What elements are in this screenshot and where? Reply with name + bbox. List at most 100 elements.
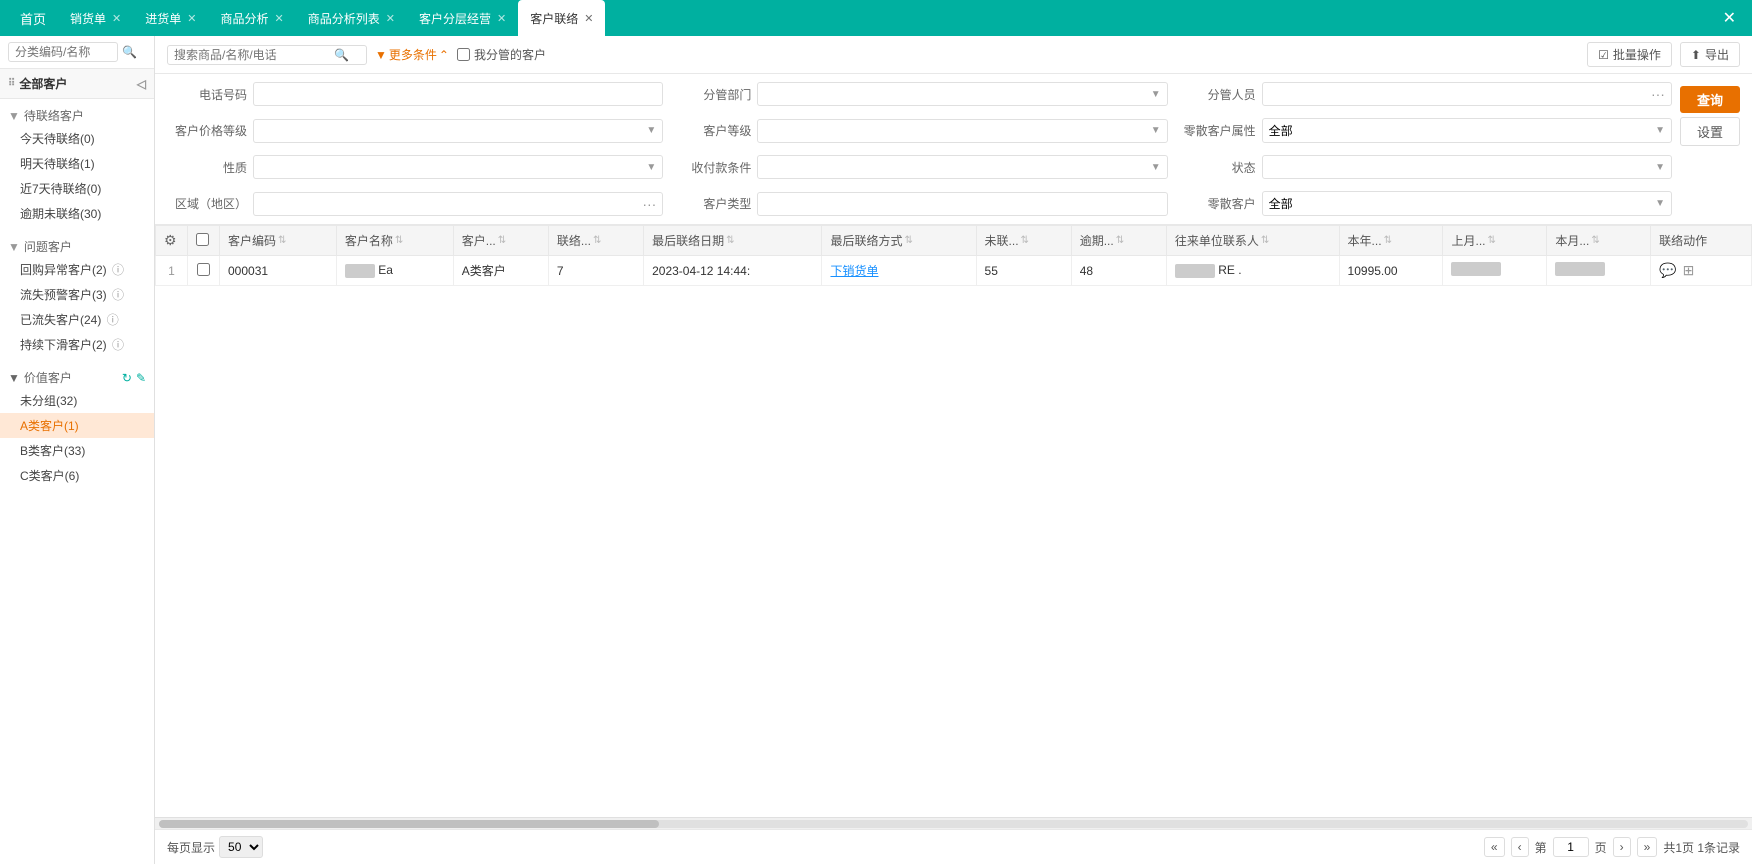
phone-input[interactable]: [253, 82, 663, 106]
sidebar-b-class[interactable]: B类客户(33): [0, 438, 154, 463]
this-month-blur: [1555, 262, 1605, 276]
close-window-button[interactable]: ✕: [1715, 8, 1744, 28]
sidebar-a-class[interactable]: A类客户(1): [0, 413, 154, 438]
export-button[interactable]: ⬆ 导出: [1680, 42, 1740, 67]
first-page-button[interactable]: «: [1484, 837, 1505, 857]
sidebar-search-icon[interactable]: 🔍: [122, 45, 137, 59]
query-button[interactable]: 查询: [1680, 86, 1740, 113]
nav-analysis-list[interactable]: 商品分析列表 ✕: [296, 0, 407, 36]
nav-customer-contact[interactable]: 客户联络 ✕: [518, 0, 605, 36]
nav-home[interactable]: 首页: [8, 0, 58, 36]
th-type[interactable]: 客户... ⇅: [453, 226, 548, 256]
gear-icon[interactable]: ⚙: [164, 232, 177, 248]
sidebar-value-header[interactable]: ▼ 价值客户 ↻ ✎: [0, 365, 154, 388]
close-analysis-list-tab[interactable]: ✕: [386, 12, 395, 25]
status-select[interactable]: ▼: [1262, 155, 1672, 179]
retail-customer-label: 零散客户: [1176, 195, 1256, 212]
th-this-month[interactable]: 本月... ⇅: [1547, 226, 1651, 256]
retail-attr-select[interactable]: 全部 ▼: [1262, 118, 1672, 143]
sidebar-today-contact[interactable]: 今天待联络(0): [0, 126, 154, 151]
setting-button[interactable]: 设置: [1680, 117, 1740, 146]
retail-customer-select[interactable]: 全部 ▼: [1262, 191, 1672, 216]
sort-icon: ⇅: [1261, 235, 1269, 246]
filter-search-icon[interactable]: 🔍: [334, 48, 349, 62]
last-month-cell: [1443, 256, 1547, 286]
th-contact2[interactable]: 往来单位联系人 ⇅: [1166, 226, 1339, 256]
last-date-cell: 2023-04-12 14:44:: [644, 256, 822, 286]
sidebar-all-customers[interactable]: ⠿ 全部客户 ◁: [0, 69, 154, 99]
filter-search-input[interactable]: [174, 48, 334, 62]
nav-analysis[interactable]: 商品分析 ✕: [208, 0, 295, 36]
payment-select[interactable]: ▼: [757, 155, 1167, 179]
prev-page-button[interactable]: ‹: [1511, 837, 1529, 857]
sort-icon: ⇅: [904, 235, 912, 246]
sidebar-declining[interactable]: 持续下滑客户(2) ⓘ: [0, 332, 154, 357]
sidebar-repurchase-abnormal[interactable]: 回购异常客户(2) ⓘ: [0, 257, 154, 282]
retail-customer-field: 零散客户 全部 ▼: [1176, 191, 1672, 216]
data-table-wrapper: ⚙ 客户编码 ⇅ 客户名称: [155, 225, 1752, 817]
region-input[interactable]: ···: [253, 192, 663, 216]
next-page-button[interactable]: ›: [1613, 837, 1631, 857]
scroll-track: [159, 820, 1748, 828]
close-sales-tab[interactable]: ✕: [112, 12, 121, 25]
price-level-dropdown-icon: ▼: [646, 125, 656, 136]
nav-purchase[interactable]: 进货单 ✕: [133, 0, 208, 36]
close-segment-tab[interactable]: ✕: [497, 12, 506, 25]
price-level-field: 客户价格等级 ▼: [167, 119, 663, 143]
my-customers-check[interactable]: [457, 48, 470, 61]
th-gear[interactable]: ⚙: [156, 226, 188, 256]
sidebar-pending-label[interactable]: ▼ 待联络客户: [0, 103, 154, 126]
close-purchase-tab[interactable]: ✕: [187, 12, 196, 25]
customer-type-input[interactable]: [757, 192, 1167, 216]
dept-select[interactable]: ▼: [757, 82, 1167, 106]
page-number-input[interactable]: [1553, 837, 1589, 857]
manager-input[interactable]: ···: [1262, 82, 1672, 106]
more-action-icon[interactable]: ⊞: [1683, 262, 1695, 279]
close-contact-tab[interactable]: ✕: [584, 12, 593, 25]
row-checkbox[interactable]: [197, 263, 210, 276]
price-level-select[interactable]: ▼: [253, 119, 663, 143]
sidebar-problem-label[interactable]: ▼ 问题客户: [0, 234, 154, 257]
my-customers-checkbox[interactable]: 我分管的客户: [457, 46, 546, 63]
last-page-button[interactable]: »: [1637, 837, 1658, 857]
sidebar-search-input[interactable]: [8, 42, 118, 62]
sidebar-week-contact[interactable]: 近7天待联络(0): [0, 176, 154, 201]
help-icon: ⓘ: [112, 288, 124, 302]
contact-action-icon[interactable]: 💬: [1659, 262, 1676, 279]
edit-icon[interactable]: ✎: [136, 371, 146, 385]
th-last-date[interactable]: 最后联络日期 ⇅: [644, 226, 822, 256]
sidebar-unclassified[interactable]: 未分组(32): [0, 388, 154, 413]
th-last-month[interactable]: 上月... ⇅: [1443, 226, 1547, 256]
sort-icon: ⇅: [278, 235, 286, 246]
th-overdue[interactable]: 逾期... ⇅: [1071, 226, 1166, 256]
th-year-amount[interactable]: 本年... ⇅: [1339, 226, 1443, 256]
sidebar-churn-warning[interactable]: 流失预警客户(3) ⓘ: [0, 282, 154, 307]
nav-sales[interactable]: 销货单 ✕: [58, 0, 133, 36]
grid-icon: ⠿: [8, 78, 15, 89]
th-contact[interactable]: 联络... ⇅: [548, 226, 643, 256]
sort-icon: ⇅: [726, 235, 734, 246]
th-uncontacted[interactable]: 未联... ⇅: [976, 226, 1071, 256]
nature-select[interactable]: ▼: [253, 155, 663, 179]
nav-customer-segment[interactable]: 客户分层经营 ✕: [407, 0, 518, 36]
sidebar-tomorrow-contact[interactable]: 明天待联络(1): [0, 151, 154, 176]
phone-label: 电话号码: [167, 86, 247, 103]
refresh-icon[interactable]: ↻: [122, 371, 132, 385]
scroll-thumb[interactable]: [159, 820, 659, 828]
sidebar-overdue-contact[interactable]: 逾期未联络(30): [0, 201, 154, 226]
select-all-checkbox[interactable]: [196, 233, 209, 246]
adv-filter-row1: 电话号码 分管部门 ▼ 分管人员: [167, 82, 1672, 106]
horizontal-scrollbar[interactable]: [155, 817, 1752, 829]
sidebar-c-class[interactable]: C类客户(6): [0, 463, 154, 488]
th-last-method[interactable]: 最后联络方式 ⇅: [822, 226, 976, 256]
th-code[interactable]: 客户编码 ⇅: [220, 226, 337, 256]
more-filters-button[interactable]: ▼ 更多条件 ⌃: [375, 46, 449, 63]
customer-level-select[interactable]: ▼: [757, 119, 1167, 143]
last-method-link[interactable]: 下销货单: [830, 264, 878, 278]
th-name[interactable]: 客户名称 ⇅: [336, 226, 453, 256]
per-page-select[interactable]: 50: [219, 836, 263, 858]
sidebar-churned[interactable]: 已流失客户(24) ⓘ: [0, 307, 154, 332]
close-analysis-tab[interactable]: ✕: [275, 12, 284, 25]
batch-operation-button[interactable]: ☑ 批量操作: [1587, 42, 1672, 67]
help-icon: ⓘ: [112, 263, 124, 277]
